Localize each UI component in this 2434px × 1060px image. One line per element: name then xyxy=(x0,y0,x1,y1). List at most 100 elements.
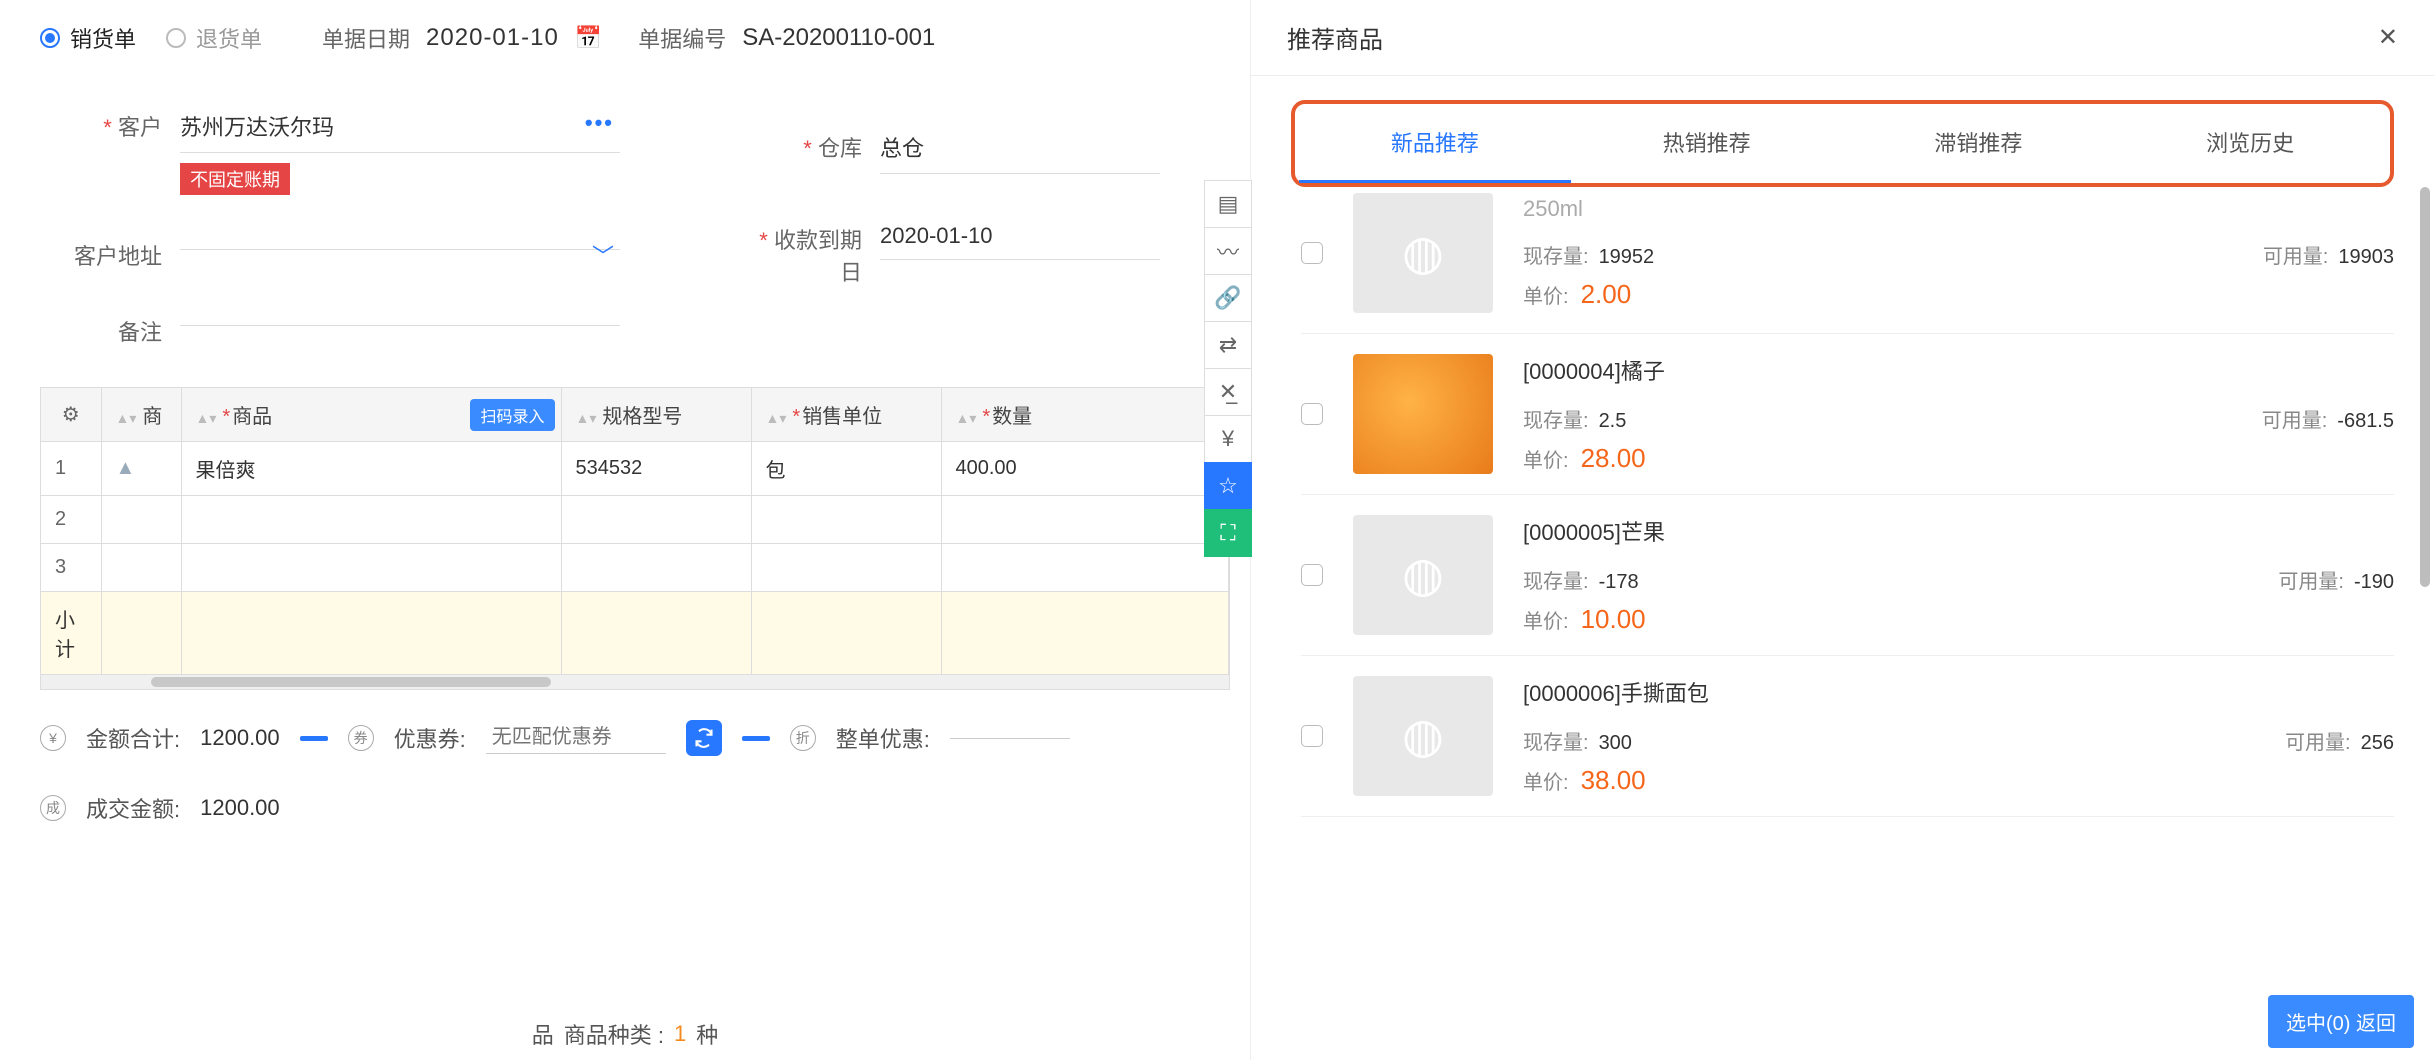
sort-icon[interactable]: ▲▾ xyxy=(956,410,977,426)
tab-return-order[interactable]: 退货单 xyxy=(166,22,262,54)
cell-unit[interactable]: 包 xyxy=(751,442,941,496)
rail-star-icon[interactable]: ☆ xyxy=(1204,462,1252,510)
rail-currency-icon[interactable]: ¥ xyxy=(1204,415,1252,463)
due-value: 2020-01-10 xyxy=(880,223,993,248)
currency-icon: ¥ xyxy=(40,725,66,751)
stock-value: 19952 xyxy=(1599,246,1655,268)
stock-label: 现存量:19952 xyxy=(1523,240,1654,269)
recommend-item[interactable]: ◍250ml现存量:19952可用量:19903单价:2.00 xyxy=(1301,187,2394,334)
cell-unit[interactable] xyxy=(751,496,941,544)
rail-notes-icon[interactable]: ▤ xyxy=(1204,180,1252,228)
stock-value: -178 xyxy=(1599,571,1639,593)
calendar-icon[interactable]: 📅 xyxy=(575,25,602,51)
recommend-item[interactable]: [0000004]橘子现存量:2.5可用量:-681.5单价:28.00 xyxy=(1301,334,2394,495)
stock-label: 现存量:-178 xyxy=(1523,565,1639,594)
cell-qty[interactable] xyxy=(941,496,1229,544)
col-unit: 销售单位 xyxy=(802,406,882,428)
stock-value: 300 xyxy=(1599,732,1632,754)
cell-product[interactable] xyxy=(181,496,561,544)
amount-label: 金额合计: xyxy=(86,722,180,754)
cell-qty[interactable] xyxy=(941,544,1229,592)
doc-date-value[interactable]: 2020-01-10 xyxy=(426,24,559,52)
tab-new-recommend[interactable]: 新品推荐 xyxy=(1299,110,1571,183)
whole-discount-label: 整单优惠: xyxy=(836,722,930,754)
row-number: 2 xyxy=(41,496,101,544)
subtotal-label: 小计 xyxy=(41,592,101,675)
cell-product[interactable] xyxy=(181,544,561,592)
amount-value: 1200.00 xyxy=(200,725,280,751)
remark-label: 备注 xyxy=(40,311,180,347)
cell-qty[interactable]: 400.00 xyxy=(941,442,1229,496)
tab-browse-history[interactable]: 浏览历史 xyxy=(2114,110,2386,183)
close-icon[interactable]: ✕ xyxy=(2378,23,2398,52)
tab-sales-order[interactable]: 销货单 xyxy=(40,22,136,54)
item-checkbox[interactable] xyxy=(1301,242,1323,264)
due-label: 收款到期日 xyxy=(740,219,880,287)
stock-value: 2.5 xyxy=(1599,410,1627,432)
doc-date-label: 单据日期 xyxy=(322,22,410,54)
rail-chart-icon[interactable]: 〰 xyxy=(1204,227,1252,275)
sort-icon[interactable]: ▲▾ xyxy=(116,410,137,426)
scan-input-button[interactable]: 扫码录入 xyxy=(470,399,554,431)
coupon-label: 优惠券: xyxy=(394,722,466,754)
rail-link-icon[interactable]: 🔗 xyxy=(1204,274,1252,322)
item-title: [0000004]橘子 xyxy=(1523,354,2394,386)
tab-hot-recommend[interactable]: 热销推荐 xyxy=(1571,110,1843,183)
address-label: 客户地址 xyxy=(40,235,180,271)
ellipsis-icon[interactable]: ••• xyxy=(585,110,614,136)
table-row[interactable]: 3 xyxy=(41,544,1229,592)
item-thumbnail: ◍ xyxy=(1353,515,1493,635)
item-checkbox[interactable] xyxy=(1301,403,1323,425)
deal-icon: 成 xyxy=(40,795,66,821)
radio-icon xyxy=(40,28,60,48)
table-row[interactable]: 1▲果倍爽534532包400.00 xyxy=(41,442,1229,496)
coupon-icon: 券 xyxy=(348,725,374,751)
tab-label: 销货单 xyxy=(70,22,136,54)
item-checkbox[interactable] xyxy=(1301,725,1323,747)
recommend-item[interactable]: ◍[0000005]芒果现存量:-178可用量:-190单价:10.00 xyxy=(1301,495,2394,656)
rail-receipt-icon[interactable]: ✕̲ xyxy=(1204,368,1252,416)
coupon-input[interactable] xyxy=(486,722,666,754)
sort-icon[interactable]: ▲▾ xyxy=(766,410,787,426)
discount-icon: 折 xyxy=(790,725,816,751)
cell-unit[interactable] xyxy=(751,544,941,592)
avail-value: -681.5 xyxy=(2337,410,2394,432)
sort-icon[interactable]: ▲▾ xyxy=(196,410,217,426)
remark-field[interactable] xyxy=(180,311,620,326)
cell-spec[interactable] xyxy=(561,496,751,544)
price-value: 38.00 xyxy=(1581,765,1646,795)
whole-discount-field[interactable] xyxy=(950,738,1070,739)
minus-icon xyxy=(300,736,328,741)
customer-field[interactable]: 苏州万达沃尔玛 ••• xyxy=(180,106,620,153)
warehouse-value: 总仓 xyxy=(880,136,924,161)
item-thumbnail: ◍ xyxy=(1353,676,1493,796)
cell-spec[interactable] xyxy=(561,544,751,592)
warehouse-field[interactable]: 总仓 xyxy=(880,127,1160,174)
recommend-tabs: 新品推荐 热销推荐 滞销推荐 浏览历史 xyxy=(1291,100,2394,187)
selected-return-button[interactable]: 选中(0) 返回 xyxy=(2268,995,2414,1048)
chevron-down-icon[interactable]: ﹀ xyxy=(592,239,614,271)
recommend-item[interactable]: ◍[0000006]手撕面包现存量:300可用量:256单价:38.00 xyxy=(1301,656,2394,817)
due-field[interactable]: 2020-01-10 xyxy=(880,219,1160,260)
cell-spec[interactable]: 534532 xyxy=(561,442,751,496)
gear-icon[interactable]: ⚙ xyxy=(62,404,80,426)
horizontal-scrollbar[interactable] xyxy=(41,675,1229,689)
cell-product[interactable]: 果倍爽 xyxy=(181,442,561,496)
sort-icon[interactable]: ▲▾ xyxy=(576,410,597,426)
refresh-button[interactable] xyxy=(686,720,722,756)
avail-label: 可用量:256 xyxy=(2285,726,2394,755)
customer-value: 苏州万达沃尔玛 xyxy=(180,115,334,140)
table-row[interactable]: 2 xyxy=(41,496,1229,544)
price-value: 10.00 xyxy=(1581,604,1646,634)
tab-slow-recommend[interactable]: 滞销推荐 xyxy=(1843,110,2115,183)
stock-label: 现存量:2.5 xyxy=(1523,404,1626,433)
avail-value: 256 xyxy=(2361,732,2394,754)
address-field[interactable]: ﹀ xyxy=(180,235,620,250)
item-title: [0000005]芒果 xyxy=(1523,515,2394,547)
doc-code-label: 单据编号 xyxy=(638,22,726,54)
vertical-scrollbar[interactable] xyxy=(2420,187,2430,587)
rail-exchange-icon[interactable]: ⇄ xyxy=(1204,321,1252,369)
col-spec: 规格型号 xyxy=(602,406,682,428)
item-checkbox[interactable] xyxy=(1301,564,1323,586)
rail-expand-icon[interactable]: ⛶ xyxy=(1204,509,1252,557)
